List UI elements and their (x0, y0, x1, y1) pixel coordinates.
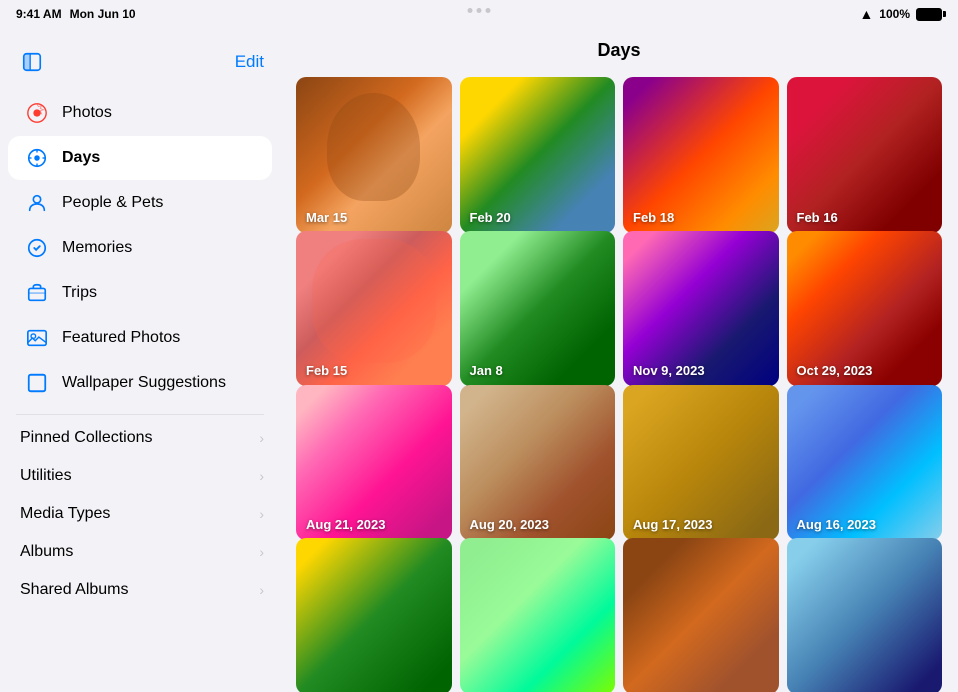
sidebar-item-albums[interactable]: Albums › (0, 533, 280, 571)
media-types-label: Media Types (20, 505, 110, 523)
days-icon-svg (26, 147, 48, 169)
sidebar-item-media-types[interactable]: Media Types › (0, 495, 280, 533)
photo-tile[interactable]: Feb 15 (296, 231, 452, 387)
sidebar-item-days-label: Days (62, 149, 100, 167)
sidebar-item-trips-label: Trips (62, 284, 97, 302)
photo-date-label: Oct 29, 2023 (797, 363, 873, 378)
photo-date-label: Aug 16, 2023 (797, 517, 877, 532)
photo-tile[interactable]: Nov 9, 2023 (623, 231, 779, 387)
sidebar-item-featured[interactable]: Featured Photos (8, 316, 272, 360)
wallpaper-icon (24, 370, 50, 396)
photo-tile[interactable] (623, 538, 779, 692)
main-content: Days Mar 15 Feb 20 Feb 18 Feb 16 Feb 15 Jan 8… (280, 28, 958, 692)
battery-icon (916, 8, 942, 21)
photo-tile[interactable]: Aug 17, 2023 (623, 385, 779, 541)
people-icon (24, 190, 50, 216)
pinned-label: Pinned Collections (20, 429, 153, 447)
photo-date-label: Feb 16 (797, 210, 838, 225)
chevron-right-icon: › (259, 544, 264, 560)
sidebar-item-wallpaper-label: Wallpaper Suggestions (62, 374, 226, 392)
featured-icon-svg (26, 327, 48, 349)
sidebar-item-memories-label: Memories (62, 239, 132, 257)
photo-tile[interactable]: Mar 15 (296, 77, 452, 233)
featured-icon (24, 325, 50, 351)
date-display: Mon Jun 10 (70, 7, 136, 21)
sidebar-item-people[interactable]: People & Pets (8, 181, 272, 225)
chevron-right-icon: › (259, 582, 264, 598)
sidebar-sections: Pinned Collections › Utilities › Media T… (0, 410, 280, 609)
sidebar-toggle-button[interactable] (16, 46, 48, 78)
photo-grid: Mar 15 Feb 20 Feb 18 Feb 16 Feb 15 Jan 8 Nov 9… (280, 69, 958, 692)
photo-date-label: Feb 15 (306, 363, 347, 378)
sidebar-item-pinned[interactable]: Pinned Collections › (0, 419, 280, 457)
chevron-right-icon: › (259, 506, 264, 522)
drag-handle-dot (486, 8, 491, 13)
photos-icon (24, 100, 50, 126)
sidebar-item-wallpaper[interactable]: Wallpaper Suggestions (8, 361, 272, 405)
wallpaper-icon-svg (26, 372, 48, 394)
photo-tile[interactable]: Aug 16, 2023 (787, 385, 943, 541)
photo-date-label: Aug 21, 2023 (306, 517, 386, 532)
photo-tile[interactable]: Aug 20, 2023 (460, 385, 616, 541)
sidebar-item-days[interactable]: Days (8, 136, 272, 180)
photo-tile[interactable]: Jan 8 (460, 231, 616, 387)
sidebar-item-featured-label: Featured Photos (62, 329, 180, 347)
sidebar-nav: Photos Days (0, 90, 280, 406)
photo-tile[interactable] (787, 538, 943, 692)
photo-date-label: Feb 20 (470, 210, 511, 225)
photos-icon-svg (26, 102, 48, 124)
sidebar-item-people-label: People & Pets (62, 194, 163, 212)
photo-tile[interactable]: Feb 20 (460, 77, 616, 233)
sidebar-divider-1 (16, 414, 264, 415)
sidebar-item-utilities[interactable]: Utilities › (0, 457, 280, 495)
battery-pct: 100% (879, 7, 910, 21)
albums-label: Albums (20, 543, 73, 561)
utilities-label: Utilities (20, 467, 72, 485)
time-display: 9:41 AM (16, 7, 62, 21)
status-bar-left: 9:41 AM Mon Jun 10 (16, 7, 136, 21)
sidebar-header: Edit (0, 38, 280, 90)
photo-date-label: Aug 20, 2023 (470, 517, 550, 532)
photo-date-label: Jan 8 (470, 363, 503, 378)
drag-handle-dot (468, 8, 473, 13)
chevron-right-icon: › (259, 430, 264, 446)
trips-icon (24, 280, 50, 306)
photo-date-label: Aug 17, 2023 (633, 517, 713, 532)
people-icon-svg (26, 192, 48, 214)
sidebar-item-shared-albums[interactable]: Shared Albums › (0, 571, 280, 609)
photo-date-label: Mar 15 (306, 210, 347, 225)
photo-date-label: Feb 18 (633, 210, 674, 225)
chevron-right-icon: › (259, 468, 264, 484)
days-icon (24, 145, 50, 171)
memories-icon (24, 235, 50, 261)
sidebar-item-memories[interactable]: Memories (8, 226, 272, 270)
shared-albums-label: Shared Albums (20, 581, 129, 599)
photo-tile[interactable]: Feb 16 (787, 77, 943, 233)
sidebar-item-trips[interactable]: Trips (8, 271, 272, 315)
drag-handle-dot (477, 8, 482, 13)
sidebar: Edit Photos (0, 28, 280, 692)
photo-tile[interactable]: Feb 18 (623, 77, 779, 233)
sidebar-edit-button[interactable]: Edit (235, 52, 264, 72)
status-bar: 9:41 AM Mon Jun 10 ▲ 100% (0, 0, 958, 28)
status-bar-right: ▲ 100% (859, 6, 942, 22)
photo-tile[interactable] (296, 538, 452, 692)
memories-icon-svg (26, 237, 48, 259)
photo-tile[interactable] (460, 538, 616, 692)
sidebar-item-photos-label: Photos (62, 104, 112, 122)
photo-tile[interactable]: Oct 29, 2023 (787, 231, 943, 387)
app-container: Edit Photos (0, 28, 958, 692)
sidebar-item-photos[interactable]: Photos (8, 91, 272, 135)
main-header: Days (280, 28, 958, 69)
sidebar-toggle-icon (21, 51, 43, 73)
page-title: Days (597, 40, 640, 61)
photo-date-label: Nov 9, 2023 (633, 363, 705, 378)
photo-tile[interactable]: Aug 21, 2023 (296, 385, 452, 541)
wifi-icon: ▲ (859, 6, 873, 22)
trips-icon-svg (26, 282, 48, 304)
